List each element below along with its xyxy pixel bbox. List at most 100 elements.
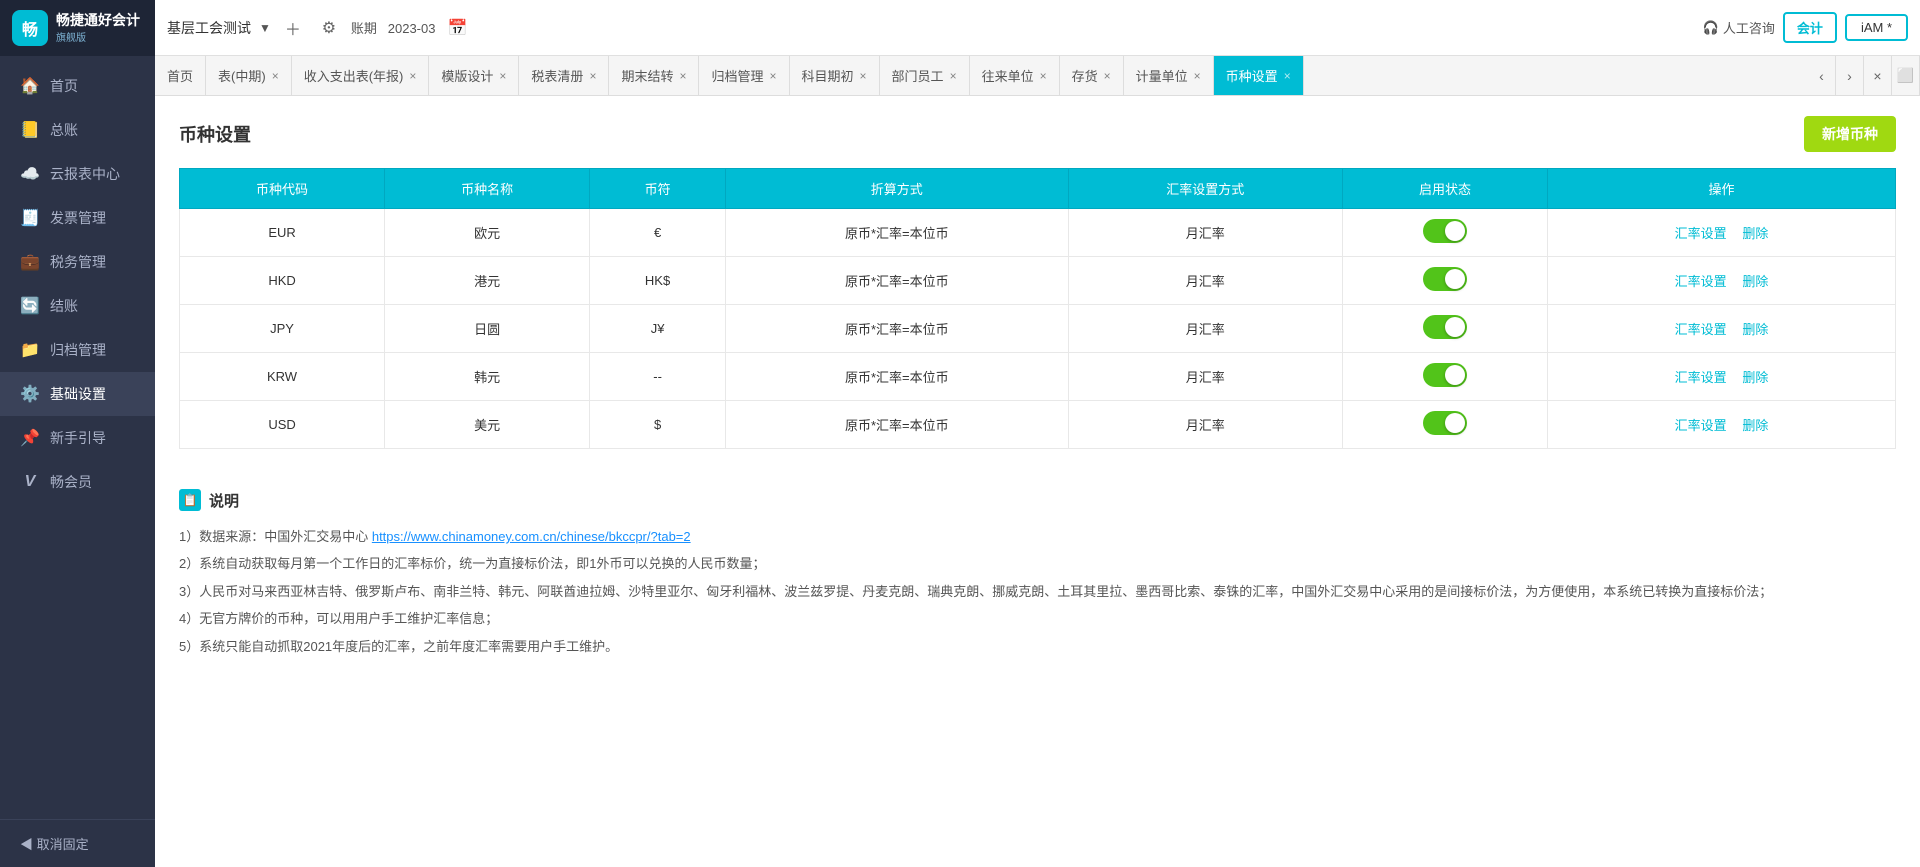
status-toggle[interactable] — [1423, 219, 1467, 243]
cell-status[interactable] — [1342, 257, 1547, 305]
tab-close-icon[interactable]: × — [950, 69, 957, 83]
tab-annual[interactable]: 收入支出表(年报) × — [292, 56, 430, 96]
col-rate-type: 汇率设置方式 — [1068, 169, 1342, 209]
tab-close-icon[interactable]: × — [1284, 69, 1291, 83]
cell-status[interactable] — [1342, 305, 1547, 353]
tab-close-icon[interactable]: × — [1040, 69, 1047, 83]
tab-close-icon[interactable]: × — [1104, 69, 1111, 83]
sidebar-item-invoice[interactable]: 🧾 发票管理 — [0, 196, 155, 240]
tab-partner[interactable]: 往来单位 × — [970, 56, 1060, 96]
headset-icon: 🎧 — [1703, 20, 1719, 36]
cell-action: 汇率设置 删除 — [1548, 401, 1896, 449]
sidebar-item-guide[interactable]: 📌 新手引导 — [0, 416, 155, 460]
cell-symbol: -- — [590, 353, 726, 401]
logo-sub: 旗舰版 — [56, 29, 140, 44]
company-dropdown-icon[interactable]: ▼ — [259, 21, 271, 35]
tab-interim[interactable]: 表(中期) × — [206, 56, 292, 96]
tab-prev-button[interactable]: ‹ — [1808, 56, 1836, 96]
tab-subject[interactable]: 科目期初 × — [790, 56, 880, 96]
toggle-knob — [1445, 221, 1465, 241]
tab-inventory[interactable]: 存货 × — [1060, 56, 1124, 96]
delete-link[interactable]: 删除 — [1742, 322, 1768, 337]
tab-close-icon[interactable]: × — [679, 69, 686, 83]
service-button[interactable]: 🎧 人工咨询 — [1703, 18, 1775, 37]
tab-archive[interactable]: 归档管理 × — [699, 56, 789, 96]
cell-calc: 原币*汇率=本位币 — [726, 305, 1069, 353]
tab-label: 模版设计 — [441, 66, 493, 85]
rate-setting-link[interactable]: 汇率设置 — [1675, 274, 1727, 289]
sidebar-item-reports[interactable]: ☁️ 云报表中心 — [0, 152, 155, 196]
sidebar-item-home[interactable]: 🏠 首页 — [0, 64, 155, 108]
delete-link[interactable]: 删除 — [1742, 274, 1768, 289]
cell-name: 日圆 — [385, 305, 590, 353]
cell-rate-type: 月汇率 — [1068, 257, 1342, 305]
cell-code: KRW — [180, 353, 385, 401]
status-toggle[interactable] — [1423, 411, 1467, 435]
sidebar-item-label: 基础设置 — [50, 384, 106, 404]
add-company-button[interactable]: ＋ — [279, 14, 307, 42]
tab-close-icon[interactable]: × — [770, 69, 777, 83]
header-left: 基层工会测试 ▼ ＋ ⚙ 账期 2023-03 📅 — [167, 14, 471, 42]
cell-rate-type: 月汇率 — [1068, 353, 1342, 401]
tab-label: 归档管理 — [711, 66, 763, 85]
delete-link[interactable]: 删除 — [1742, 226, 1768, 241]
tab-dept[interactable]: 部门员工 × — [880, 56, 970, 96]
settings-button[interactable]: ⚙ — [315, 14, 343, 42]
status-toggle[interactable] — [1423, 267, 1467, 291]
col-calc: 折算方式 — [726, 169, 1069, 209]
sidebar-item-settings[interactable]: ⚙️ 基础设置 — [0, 372, 155, 416]
rate-setting-link[interactable]: 汇率设置 — [1675, 418, 1727, 433]
tab-close-icon[interactable]: × — [409, 69, 416, 83]
tax-icon: 💼 — [20, 252, 40, 272]
tab-template[interactable]: 模版设计 × — [429, 56, 519, 96]
tab-close-icon[interactable]: × — [499, 69, 506, 83]
sidebar-item-label: 首页 — [50, 76, 78, 96]
cell-status[interactable] — [1342, 209, 1547, 257]
calendar-icon[interactable]: 📅 — [443, 14, 471, 42]
tab-close-icon[interactable]: × — [1194, 69, 1201, 83]
delete-link[interactable]: 删除 — [1742, 370, 1768, 385]
sidebar-item-label: 归档管理 — [50, 340, 106, 360]
table-row: HKD 港元 HK$ 原币*汇率=本位币 月汇率 汇率设置 删除 — [180, 257, 1896, 305]
tab-tax-clear[interactable]: 税表清册 × — [519, 56, 609, 96]
tab-close-icon[interactable]: × — [860, 69, 867, 83]
table-row: JPY 日圆 J¥ 原币*汇率=本位币 月汇率 汇率设置 删除 — [180, 305, 1896, 353]
tab-close-all-button[interactable]: × — [1864, 56, 1892, 96]
sidebar-item-ledger[interactable]: 📒 总账 — [0, 108, 155, 152]
new-currency-button[interactable]: 新增币种 — [1804, 116, 1896, 152]
account-button[interactable]: 会计 — [1783, 12, 1837, 43]
tab-label: 部门员工 — [892, 66, 944, 85]
tab-currency[interactable]: 币种设置 × — [1214, 56, 1304, 96]
cell-calc: 原币*汇率=本位币 — [726, 353, 1069, 401]
rate-setting-link[interactable]: 汇率设置 — [1675, 226, 1727, 241]
notes-link[interactable]: https://www.chinamoney.com.cn/chinese/bk… — [372, 529, 691, 544]
logo-icon: 畅 — [12, 10, 48, 46]
tab-label: 币种设置 — [1226, 66, 1278, 85]
status-toggle[interactable] — [1423, 315, 1467, 339]
invoice-icon: 🧾 — [20, 208, 40, 228]
toggle-knob — [1445, 413, 1465, 433]
delete-link[interactable]: 删除 — [1742, 418, 1768, 433]
tab-close-icon[interactable]: × — [589, 69, 596, 83]
main-nav: 🏠 首页 📒 总账 ☁️ 云报表中心 🧾 发票管理 💼 税务管理 🔄 结账 📁 … — [0, 56, 155, 819]
tab-bar: 首页 表(中期) × 收入支出表(年报) × 模版设计 × 税表清册 × 期末结… — [155, 56, 1920, 96]
sidebar-item-member[interactable]: V 畅会员 — [0, 460, 155, 504]
logo-text: 畅捷通好会计 — [56, 12, 140, 29]
cell-status[interactable] — [1342, 353, 1547, 401]
tab-expand-button[interactable]: ⬜ — [1892, 56, 1920, 96]
rate-setting-link[interactable]: 汇率设置 — [1675, 322, 1727, 337]
sidebar-item-archive[interactable]: 📁 归档管理 — [0, 328, 155, 372]
iam-button[interactable]: iAM * — [1845, 14, 1908, 41]
tab-unit[interactable]: 计量单位 × — [1124, 56, 1214, 96]
sidebar-item-tax[interactable]: 💼 税务管理 — [0, 240, 155, 284]
sidebar-item-checkout[interactable]: 🔄 结账 — [0, 284, 155, 328]
tab-next-button[interactable]: › — [1836, 56, 1864, 96]
tab-period-end[interactable]: 期末结转 × — [609, 56, 699, 96]
cell-status[interactable] — [1342, 401, 1547, 449]
tab-close-icon[interactable]: × — [272, 69, 279, 83]
rate-setting-link[interactable]: 汇率设置 — [1675, 370, 1727, 385]
main-content: 币种设置 新增币种 币种代码 币种名称 币符 折算方式 汇率设置方式 启用状态 … — [155, 96, 1920, 867]
tab-home[interactable]: 首页 — [155, 56, 206, 96]
pin-toggle[interactable]: ◀ 取消固定 — [0, 819, 155, 867]
status-toggle[interactable] — [1423, 363, 1467, 387]
